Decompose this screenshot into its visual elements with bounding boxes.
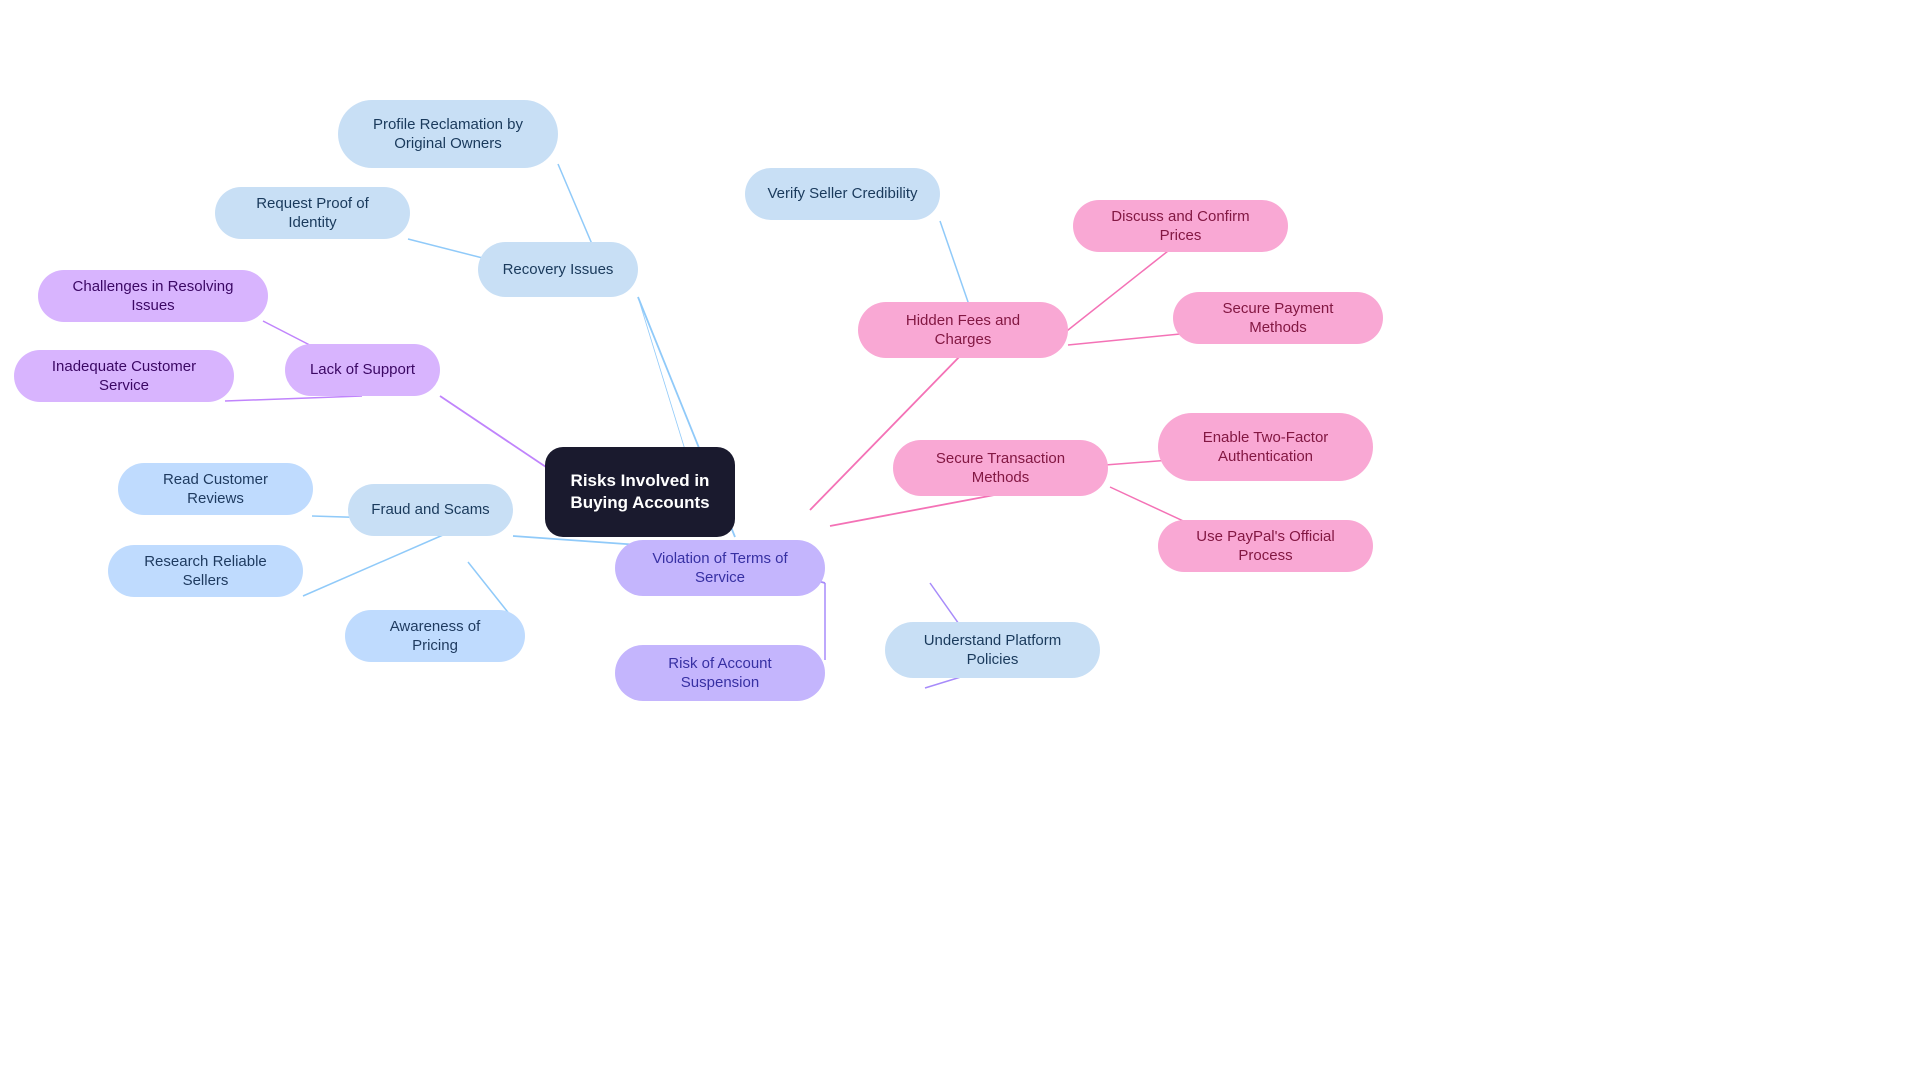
awareness-pricing-node: Awareness of Pricing <box>345 610 525 662</box>
read-reviews-node: Read Customer Reviews <box>118 463 313 515</box>
hidden-fees-node: Hidden Fees and Charges <box>858 302 1068 358</box>
violation-terms-node: Violation of Terms of Service <box>615 540 825 596</box>
request-proof-node: Request Proof of Identity <box>215 187 410 239</box>
use-paypal-node: Use PayPal's Official Process <box>1158 520 1373 572</box>
lack-of-support-node: Lack of Support <box>285 344 440 396</box>
fraud-scams-node: Fraud and Scams <box>348 484 513 536</box>
risk-suspension-node: Risk of Account Suspension <box>615 645 825 701</box>
profile-reclamation-node: Profile Reclamation by Original Owners <box>338 100 558 168</box>
discuss-prices-node: Discuss and Confirm Prices <box>1073 200 1288 252</box>
secure-transaction-node: Secure Transaction Methods <box>893 440 1108 496</box>
understand-policies-node: Understand Platform Policies <box>885 622 1100 678</box>
inadequate-customer-node: Inadequate Customer Service <box>14 350 234 402</box>
recovery-issues-node: Recovery Issues <box>478 242 638 297</box>
research-sellers-node: Research Reliable Sellers <box>108 545 303 597</box>
verify-credibility-node: Verify Seller Credibility <box>745 168 940 220</box>
challenges-resolving-node: Challenges in Resolving Issues <box>38 270 268 322</box>
enable-two-factor-node: Enable Two-Factor Authentication <box>1158 413 1373 481</box>
center-node: Risks Involved in Buying Accounts <box>545 447 735 537</box>
secure-payment-node: Secure Payment Methods <box>1173 292 1383 344</box>
